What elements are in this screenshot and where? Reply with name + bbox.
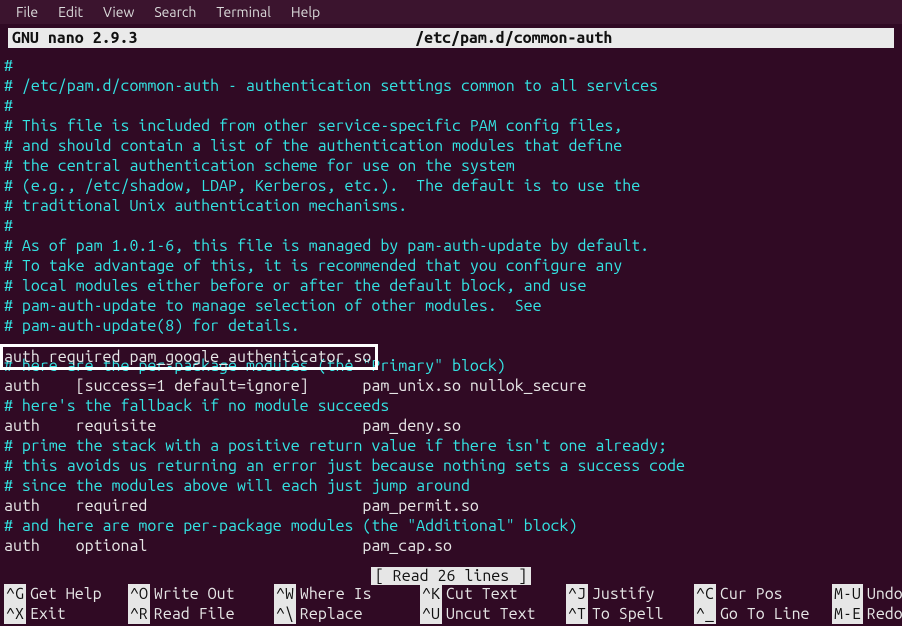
shortcut-justify[interactable]: ^JJustify [566, 584, 694, 604]
editor-area[interactable]: ## /etc/pam.d/common-auth - authenticati… [0, 48, 902, 556]
shortcut-exit[interactable]: ^XExit [4, 604, 128, 624]
shortcut-key: ^K [420, 584, 442, 604]
shortcut-redo[interactable]: M-ERedo [832, 604, 902, 624]
shortcut-cut-text[interactable]: ^KCut Text [420, 584, 566, 604]
shortcut-key: M-U [832, 584, 863, 604]
shortcut-label: Write Out [150, 584, 237, 604]
status-text: [ Read 26 lines ] [371, 567, 531, 585]
menu-file[interactable]: File [6, 0, 48, 24]
editor-line[interactable]: # [4, 216, 898, 236]
nano-app-name: GNU nano 2.9.3 [12, 28, 137, 48]
shortcut-go-to-line[interactable]: ^_Go To Line [694, 604, 832, 624]
editor-line[interactable]: auth optional pam_cap.so [4, 536, 898, 556]
editor-line[interactable]: # [4, 56, 898, 76]
editor-line[interactable]: # local modules either before or after t… [4, 276, 898, 296]
shortcut-key: ^G [4, 584, 26, 604]
editor-line[interactable]: # (e.g., /etc/shadow, LDAP, Kerberos, et… [4, 176, 898, 196]
shortcut-key: ^R [128, 604, 150, 624]
editor-line[interactable]: # and here are more per-package modules … [4, 516, 898, 536]
shortcut-label: Cut Text [442, 584, 520, 604]
highlight-line-text: auth required pam_google_authenticator.s… [4, 347, 371, 367]
shortcut-label: Redo [863, 604, 902, 624]
shortcut-undo[interactable]: M-UUndo [832, 584, 902, 604]
editor-line[interactable]: # and should contain a list of the authe… [4, 136, 898, 156]
shortcut-get-help[interactable]: ^GGet Help [4, 584, 128, 604]
nano-file-name: /etc/pam.d/common-auth [137, 28, 890, 48]
editor-line[interactable]: # /etc/pam.d/common-auth - authenticatio… [4, 76, 898, 96]
shortcut-label: Exit [26, 604, 68, 624]
shortcut-key: ^\ [274, 604, 296, 624]
shortcut-label: To Spell [588, 604, 666, 624]
shortcut-key: ^_ [694, 604, 716, 624]
shortcut-key: M-E [832, 604, 863, 624]
shortcut-where-is[interactable]: ^WWhere Is [274, 584, 420, 604]
editor-line[interactable]: # this avoids us returning an error just… [4, 456, 898, 476]
status-bar: [ Read 26 lines ] [0, 566, 902, 586]
shortcut-write-out[interactable]: ^OWrite Out [128, 584, 274, 604]
nano-titlebar: GNU nano 2.9.3 /etc/pam.d/common-auth [8, 28, 894, 48]
shortcut-label: Undo [863, 584, 902, 604]
editor-line[interactable]: # pam-auth-update to manage selection of… [4, 296, 898, 316]
menu-terminal[interactable]: Terminal [206, 0, 281, 24]
editor-line[interactable]: # This file is included from other servi… [4, 116, 898, 136]
menu-search[interactable]: Search [144, 0, 206, 24]
menu-help[interactable]: Help [281, 0, 330, 24]
shortcut-uncut-text[interactable]: ^UUncut Text [420, 604, 566, 624]
editor-line[interactable]: # the central authentication scheme for … [4, 156, 898, 176]
shortcut-label: Replace [296, 604, 365, 624]
shortcut-key: ^C [694, 584, 716, 604]
editor-line[interactable]: # As of pam 1.0.1-6, this file is manage… [4, 236, 898, 256]
editor-line[interactable]: # here's the fallback if no module succe… [4, 396, 898, 416]
editor-line[interactable]: auth required pam_permit.so [4, 496, 898, 516]
shortcut-cur-pos[interactable]: ^CCur Pos [694, 584, 832, 604]
shortcut-key: ^J [566, 584, 588, 604]
menubar: File Edit View Search Terminal Help [0, 0, 902, 24]
shortcut-read-file[interactable]: ^RRead File [128, 604, 274, 624]
shortcut-key: ^X [4, 604, 26, 624]
shortcut-key: ^T [566, 604, 588, 624]
editor-line[interactable]: # To take advantage of this, it is recom… [4, 256, 898, 276]
shortcut-label: Get Help [26, 584, 104, 604]
editor-line[interactable]: # prime the stack with a positive return… [4, 436, 898, 456]
highlight-box: auth required pam_google_authenticator.s… [0, 344, 378, 370]
editor-line[interactable]: # [4, 96, 898, 116]
shortcut-label: Read File [150, 604, 237, 624]
shortcut-key: ^O [128, 584, 150, 604]
editor-line[interactable]: # pam-auth-update(8) for details. [4, 316, 898, 336]
editor-line[interactable]: auth [success=1 default=ignore] pam_unix… [4, 376, 898, 396]
shortcut-label: Justify [588, 584, 657, 604]
shortcut-to-spell[interactable]: ^TTo Spell [566, 604, 694, 624]
editor-line[interactable]: # traditional Unix authentication mechan… [4, 196, 898, 216]
shortcut-label: Cur Pos [716, 584, 785, 604]
menu-view[interactable]: View [93, 0, 144, 24]
shortcut-label: Uncut Text [442, 604, 538, 624]
menu-edit[interactable]: Edit [48, 0, 93, 24]
editor-line[interactable]: # since the modules above will each just… [4, 476, 898, 496]
editor-line[interactable]: auth requisite pam_deny.so [4, 416, 898, 436]
shortcut-label: Where Is [296, 584, 374, 604]
shortcut-key: ^W [274, 584, 296, 604]
shortcuts: ^GGet Help^OWrite Out^WWhere Is^KCut Tex… [0, 584, 902, 626]
shortcut-label: Go To Line [716, 604, 812, 624]
shortcut-replace[interactable]: ^\Replace [274, 604, 420, 624]
shortcut-key: ^U [420, 604, 442, 624]
